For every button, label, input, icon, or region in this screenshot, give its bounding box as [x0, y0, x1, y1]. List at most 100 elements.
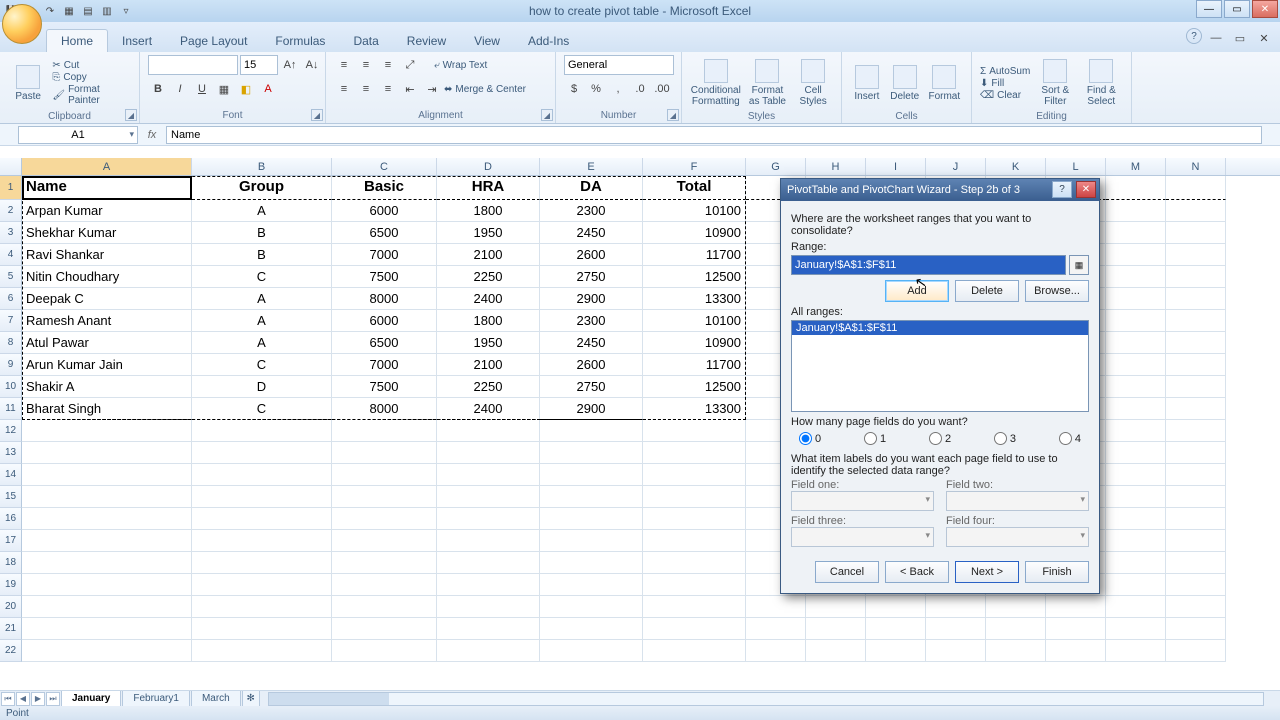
- cell[interactable]: 7000: [332, 244, 437, 266]
- cell[interactable]: HRA: [437, 176, 540, 200]
- row-header[interactable]: 21: [0, 618, 22, 640]
- row-header[interactable]: 5: [0, 266, 22, 288]
- cell[interactable]: [192, 574, 332, 596]
- tab-review[interactable]: Review: [393, 30, 460, 52]
- col-header[interactable]: H: [806, 158, 866, 175]
- cell[interactable]: 2250: [437, 376, 540, 398]
- cell[interactable]: 6500: [332, 332, 437, 354]
- cell[interactable]: [806, 640, 866, 662]
- cell[interactable]: [866, 596, 926, 618]
- cell[interactable]: C: [192, 354, 332, 376]
- cell[interactable]: [1106, 288, 1166, 310]
- cell[interactable]: Bharat Singh: [22, 398, 192, 420]
- cell[interactable]: [332, 464, 437, 486]
- cell[interactable]: [437, 464, 540, 486]
- fx-icon[interactable]: fx: [142, 129, 162, 141]
- merge-center-button[interactable]: ⬌ Merge & Center: [444, 79, 526, 99]
- nav-last-icon[interactable]: ⏭: [46, 692, 60, 706]
- radio-3[interactable]: 3: [994, 432, 1016, 445]
- cell[interactable]: [643, 486, 746, 508]
- border-button[interactable]: ▦: [214, 79, 234, 99]
- cut-button[interactable]: ✂ Cut: [52, 60, 131, 71]
- cell[interactable]: Name: [22, 176, 192, 200]
- cell[interactable]: Deepak C: [22, 288, 192, 310]
- cell[interactable]: [1166, 176, 1226, 200]
- radio-2[interactable]: 2: [929, 432, 951, 445]
- cell[interactable]: [1166, 376, 1226, 398]
- row-header[interactable]: 3: [0, 222, 22, 244]
- cell[interactable]: [192, 486, 332, 508]
- cell[interactable]: [1046, 596, 1106, 618]
- next-button[interactable]: Next >: [955, 561, 1019, 583]
- number-format-select[interactable]: [564, 55, 674, 75]
- cell[interactable]: 2450: [540, 332, 643, 354]
- inc-decimal-icon[interactable]: .0: [630, 79, 650, 99]
- row-header[interactable]: 20: [0, 596, 22, 618]
- cell[interactable]: [1106, 574, 1166, 596]
- align-bot-icon[interactable]: ≡: [378, 55, 398, 75]
- paste-button[interactable]: Paste: [8, 55, 48, 111]
- cell[interactable]: [1046, 618, 1106, 640]
- cell[interactable]: C: [192, 266, 332, 288]
- cell[interactable]: 13300: [643, 288, 746, 310]
- cell[interactable]: [806, 618, 866, 640]
- cell[interactable]: [643, 508, 746, 530]
- cell[interactable]: Total: [643, 176, 746, 200]
- percent-icon[interactable]: %: [586, 79, 606, 99]
- cell[interactable]: [866, 618, 926, 640]
- tab-insert[interactable]: Insert: [108, 30, 166, 52]
- row-header[interactable]: 18: [0, 552, 22, 574]
- row-header[interactable]: 13: [0, 442, 22, 464]
- cell[interactable]: 12500: [643, 266, 746, 288]
- cell[interactable]: [1166, 552, 1226, 574]
- cell[interactable]: 1950: [437, 332, 540, 354]
- tab-data[interactable]: Data: [339, 30, 392, 52]
- cell[interactable]: [1166, 618, 1226, 640]
- cell[interactable]: [332, 552, 437, 574]
- range-select-icon[interactable]: ▦: [1069, 255, 1089, 275]
- cell[interactable]: [1166, 332, 1226, 354]
- office-button[interactable]: [2, 4, 42, 44]
- cell[interactable]: [1106, 222, 1166, 244]
- row-header[interactable]: 14: [0, 464, 22, 486]
- cell[interactable]: [986, 640, 1046, 662]
- cell[interactable]: 2750: [540, 266, 643, 288]
- col-header[interactable]: E: [540, 158, 643, 175]
- cond-format-button[interactable]: Conditional Formatting: [690, 55, 742, 111]
- align-top-icon[interactable]: ≡: [334, 55, 354, 75]
- cell[interactable]: [1106, 332, 1166, 354]
- align-mid-icon[interactable]: ≡: [356, 55, 376, 75]
- cell[interactable]: [1046, 640, 1106, 662]
- cell[interactable]: 2100: [437, 244, 540, 266]
- nav-first-icon[interactable]: ⏮: [1, 692, 15, 706]
- radio-1[interactable]: 1: [864, 432, 886, 445]
- cell[interactable]: [1106, 640, 1166, 662]
- inc-indent-icon[interactable]: ⇥: [422, 79, 442, 99]
- cell[interactable]: [1166, 200, 1226, 222]
- format-painter-button[interactable]: 🖌 Format Painter: [52, 84, 131, 106]
- cell[interactable]: [332, 530, 437, 552]
- cell[interactable]: DA: [540, 176, 643, 200]
- cell[interactable]: [643, 618, 746, 640]
- align-right-icon[interactable]: ≡: [378, 79, 398, 99]
- cell[interactable]: [1166, 288, 1226, 310]
- cell[interactable]: [1166, 310, 1226, 332]
- row-header[interactable]: 4: [0, 244, 22, 266]
- row-header[interactable]: 7: [0, 310, 22, 332]
- row-header[interactable]: 12: [0, 420, 22, 442]
- underline-button[interactable]: U: [192, 79, 212, 99]
- cell[interactable]: 2900: [540, 288, 643, 310]
- row-header[interactable]: 22: [0, 640, 22, 662]
- cell[interactable]: [1166, 508, 1226, 530]
- cell[interactable]: 2300: [540, 200, 643, 222]
- cell[interactable]: [1106, 530, 1166, 552]
- cell[interactable]: A: [192, 332, 332, 354]
- cell[interactable]: [1166, 486, 1226, 508]
- field1-combo[interactable]: [791, 491, 934, 511]
- cell[interactable]: [1106, 508, 1166, 530]
- cell[interactable]: [437, 640, 540, 662]
- cell[interactable]: [643, 464, 746, 486]
- cell[interactable]: 6000: [332, 200, 437, 222]
- wrap-text-button[interactable]: ⤶ Wrap Text: [434, 55, 487, 75]
- cell[interactable]: [332, 420, 437, 442]
